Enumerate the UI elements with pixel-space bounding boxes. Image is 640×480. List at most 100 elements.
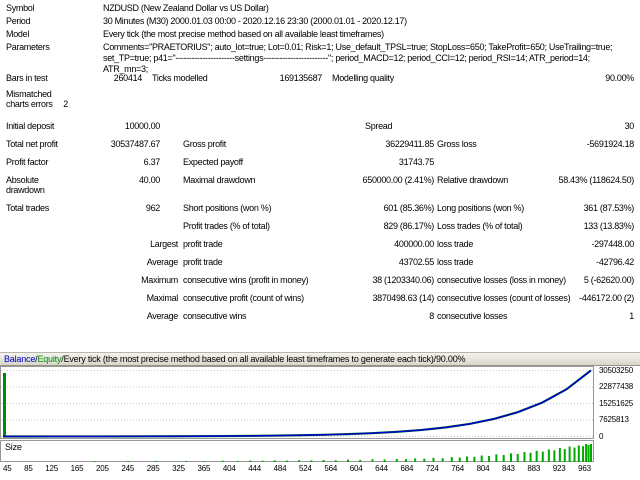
x-axis-label: 165 xyxy=(70,464,84,473)
size-bar xyxy=(414,458,417,462)
size-chart-panel: Size xyxy=(0,440,594,462)
size-bar xyxy=(273,460,276,462)
x-axis-label: 923 xyxy=(552,464,566,473)
x-axis-label: 125 xyxy=(45,464,58,473)
x-axis-label: 285 xyxy=(146,464,160,473)
consecutive-loss-count-value: -446172.00 (2) xyxy=(579,293,634,303)
size-bar xyxy=(473,456,476,462)
largest-loss-value: -297448.00 xyxy=(591,239,634,249)
legend-balance: Balance xyxy=(4,354,36,364)
average-profit-cell: profit trade 43702.55 xyxy=(183,257,434,268)
size-bar xyxy=(322,460,325,462)
largest-profit-cell: profit trade 400000.00 xyxy=(183,239,434,250)
long-positions-value: 361 (87.53%) xyxy=(583,203,635,213)
maximal-label: Maximal xyxy=(146,293,179,303)
expected-payoff-label: Expected payoff xyxy=(183,157,243,167)
size-bar xyxy=(93,461,96,462)
model-value: Every tick (the most precise method base… xyxy=(103,29,384,39)
gross-loss-label: Gross loss xyxy=(437,139,477,149)
consecutive-wins-cell: consecutive wins (profit in money) 38 (1… xyxy=(183,275,434,286)
y-axis-label: 30503250 xyxy=(599,365,633,375)
mismatch-value: 2 xyxy=(63,99,68,109)
average-label: Average xyxy=(146,257,179,267)
model-label: Model xyxy=(6,29,30,39)
size-bar xyxy=(383,459,386,462)
profit-trades-value: 829 (86.17%) xyxy=(383,221,435,231)
size-bar xyxy=(310,460,313,462)
x-axis-labels: 45 85 125 165 205 245 285 325 365 404 444 484 524 564… xyxy=(0,464,594,473)
size-bar xyxy=(249,460,252,462)
size-bar xyxy=(359,459,362,462)
row-maximal-consecutive: Maximal consecutive profit (count of win… xyxy=(0,293,640,311)
row-bars-in-test: Bars in test 260414 Ticks modelled 16913… xyxy=(0,73,640,89)
long-positions-cell: Long positions (won %) 361 (87.53%) xyxy=(437,203,634,214)
legend-equity: Equity xyxy=(37,354,62,364)
largest-profit-label: profit trade xyxy=(183,239,223,249)
average-loss-value: -42796.42 xyxy=(596,257,634,267)
average-cons-label: Average xyxy=(146,311,179,321)
consecutive-losses-cell: consecutive losses (loss in money) 5 (-6… xyxy=(437,275,634,286)
size-bar xyxy=(221,460,224,462)
balance-chart-svg xyxy=(1,369,593,438)
gross-profit-value: 36229411.85 xyxy=(385,139,434,149)
size-bar xyxy=(529,452,532,462)
avg-consecutive-losses-label: consecutive losses xyxy=(437,311,508,321)
size-bar xyxy=(480,455,483,462)
profit-trades-label: Profit trades (% of total) xyxy=(183,221,270,231)
size-bar xyxy=(516,453,519,462)
consecutive-loss-count-label: consecutive losses (count of losses) xyxy=(437,293,571,303)
maximal-drawdown-value: 650000.00 (2.41%) xyxy=(362,175,435,185)
maximal-drawdown-cell: Maximal drawdown 650000.00 (2.41%) xyxy=(183,175,434,186)
spread-label: Spread xyxy=(365,121,393,131)
x-axis-label: 843 xyxy=(502,464,515,473)
gross-profit-cell: Gross profit 36229411.85 xyxy=(183,139,434,150)
size-bar xyxy=(154,460,157,462)
consecutive-losses-value: 5 (-62620.00) xyxy=(583,275,634,285)
size-bar xyxy=(285,460,288,462)
deposit-value: 10000.00 xyxy=(124,121,160,131)
caption-quality: 90.00% xyxy=(435,354,466,364)
avg-consecutive-losses-value: 1 xyxy=(629,311,634,321)
row-average-trade: Average profit trade 43702.55 loss trade… xyxy=(0,257,640,275)
size-bar xyxy=(261,460,264,462)
size-bar xyxy=(423,458,426,462)
size-bar xyxy=(237,460,240,462)
x-axis-label: 883 xyxy=(527,464,541,473)
x-axis-label: 245 xyxy=(121,464,135,473)
consecutive-profit-value: 3870498.63 (14) xyxy=(372,293,434,303)
absolute-drawdown-label: Absolute drawdown xyxy=(6,175,45,195)
largest-loss-label: loss trade xyxy=(437,239,474,249)
x-axis-label: 45 xyxy=(3,464,12,473)
profit-factor-label: Profit factor xyxy=(6,157,49,167)
x-axis-label: 524 xyxy=(299,464,312,473)
loss-trades-cell: Loss trades (% of total) 133 (13.83%) xyxy=(437,221,634,232)
y-axis-label: 15251625 xyxy=(599,398,633,408)
size-bar xyxy=(541,451,544,462)
report-table: Symbol NZDUSD (New Zealand Dollar vs US … xyxy=(0,3,640,329)
y-axis-label: 0 xyxy=(599,431,604,441)
relative-drawdown-cell: Relative drawdown 58.43% (118624.50) xyxy=(437,175,634,186)
parameters-value: Comments="PRAETORIUS"; auto_lot=true; Lo… xyxy=(103,42,613,74)
x-axis-label: 404 xyxy=(222,464,236,473)
y-axis-label: 7625813 xyxy=(599,415,629,424)
x-axis-label: 325 xyxy=(172,464,185,473)
row-model: Model Every tick (the most precise metho… xyxy=(0,29,640,42)
row-initial-deposit: Initial deposit 10000.00 Spread 30 xyxy=(0,121,640,139)
bars-value: 260414 xyxy=(113,73,143,83)
short-positions-label: Short positions (won %) xyxy=(183,203,272,213)
net-profit-value: 30537487.67 xyxy=(110,139,161,149)
spread-value: 30 xyxy=(624,121,635,131)
short-positions-cell: Short positions (won %) 601 (85.36%) xyxy=(183,203,434,214)
row-period: Period 30 Minutes (M30) 2000.01.03 00:00… xyxy=(0,16,640,29)
size-label: Size xyxy=(5,442,22,452)
row-mismatched-errors: Mismatched charts errors 2 xyxy=(0,89,640,119)
x-axis-label: 484 xyxy=(273,464,287,473)
size-bar xyxy=(404,459,407,462)
ticks-value: 169135687 xyxy=(279,73,323,83)
loss-trades-label: Loss trades (% of total) xyxy=(437,221,523,231)
short-positions-value: 601 (85.36%) xyxy=(383,203,435,213)
size-bar xyxy=(466,456,469,462)
symbol-label: Symbol xyxy=(6,3,35,13)
size-bar xyxy=(395,458,398,462)
period-label: Period xyxy=(6,16,31,26)
